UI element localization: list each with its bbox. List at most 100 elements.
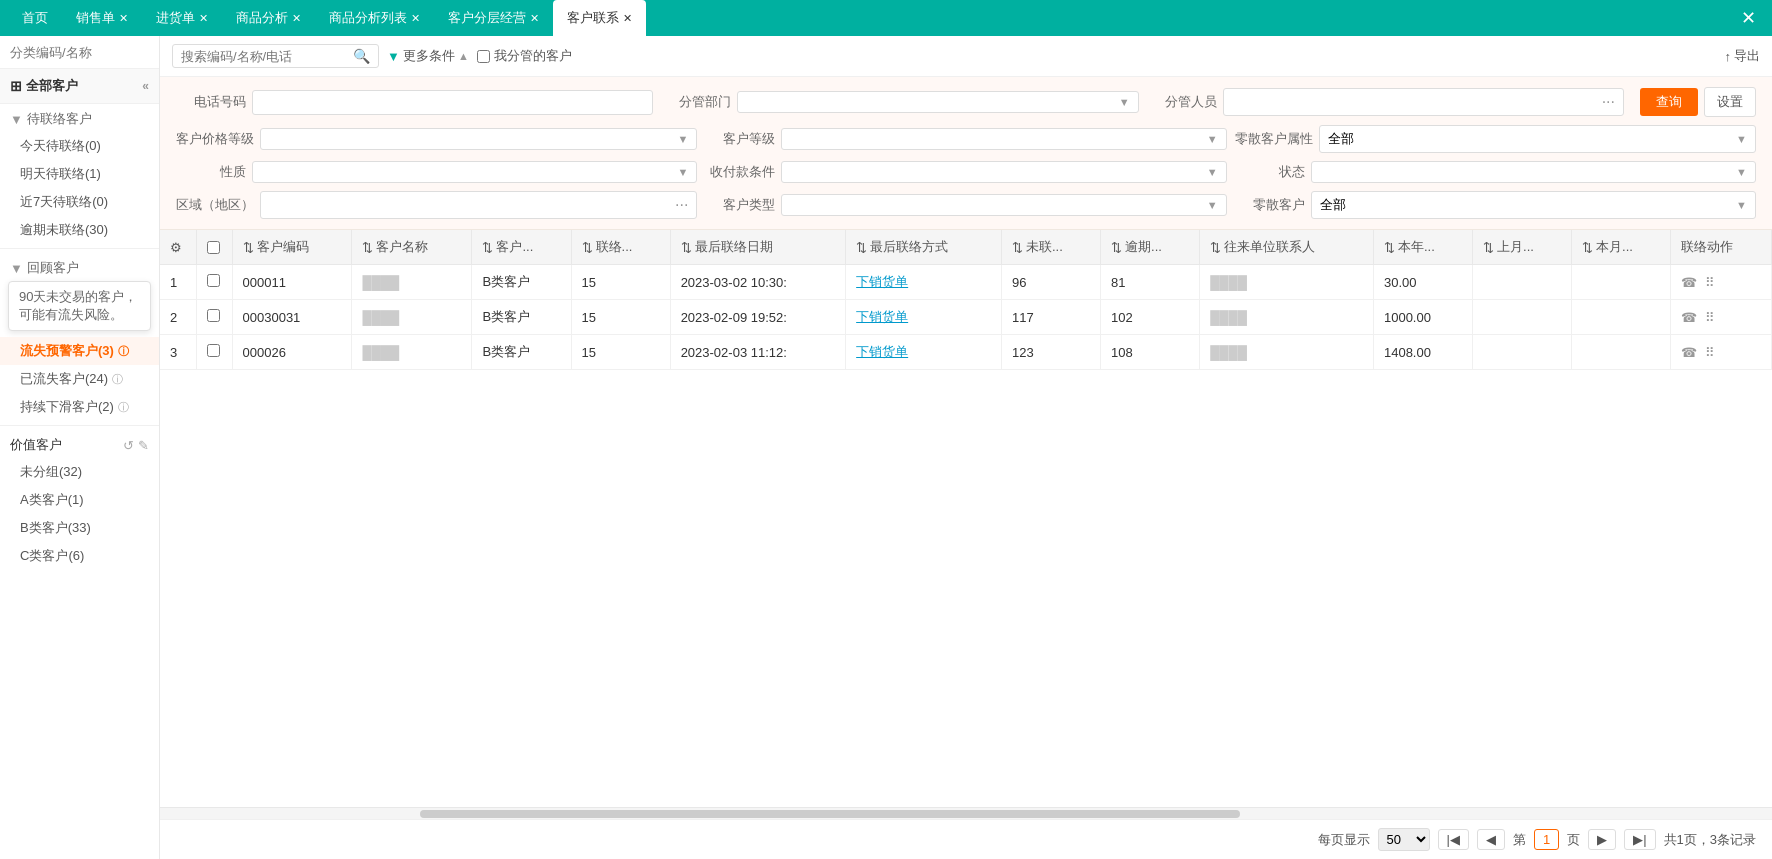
action-more-icon-1[interactable]: ⠿ (1705, 310, 1715, 325)
sidebar-item-b-class[interactable]: B类客户(33) (0, 514, 159, 542)
declining-info-icon: ⓘ (118, 401, 129, 413)
export-button[interactable]: ↑ 导出 (1725, 47, 1761, 65)
phone-input[interactable] (252, 90, 653, 115)
tab-analysis-close[interactable]: ✕ (292, 12, 301, 25)
sidebar-pending-contact-group[interactable]: ▼ 待联络客户 (0, 104, 159, 132)
action-phone-icon-2[interactable]: ☎ (1681, 345, 1697, 360)
lost-info-icon: ⓘ (112, 373, 123, 385)
horizontal-scrollbar[interactable] (160, 807, 1772, 819)
tab-analysis-list-close[interactable]: ✕ (411, 12, 420, 25)
settings-icon[interactable]: ⚙ (170, 240, 182, 255)
my-customers-checkbox[interactable] (477, 50, 490, 63)
sidebar-item-declining[interactable]: 持续下滑客户(2) ⓘ (0, 393, 159, 421)
row-uncontacted-0: 96 (1002, 265, 1101, 300)
query-button[interactable]: 查询 (1640, 88, 1698, 116)
row-contact-count-0: 15 (571, 265, 670, 300)
col-this-month: ⇅ 本月... (1572, 230, 1671, 265)
scrollbar-thumb[interactable] (420, 810, 1240, 818)
sidebar-item-c-class[interactable]: C类客户(6) (0, 542, 159, 570)
sidebar-value-group-label[interactable]: 价值客户 ↺ ✎ (0, 430, 159, 458)
phone-field: 电话号码 (176, 90, 653, 115)
action-phone-icon-0[interactable]: ☎ (1681, 275, 1697, 290)
zero-attr-select[interactable]: 全部 ▼ (1319, 125, 1756, 153)
filter-button[interactable]: ▼ 更多条件 ▲ (387, 47, 469, 65)
tab-analysis[interactable]: 商品分析 ✕ (222, 0, 315, 36)
row-overdue-1: 102 (1101, 300, 1200, 335)
refresh-icon[interactable]: ↺ (123, 438, 134, 453)
dept-arrow-icon: ▼ (1119, 96, 1130, 108)
zero-customer-arrow-icon: ▼ (1736, 199, 1747, 211)
region-select[interactable]: ··· (260, 191, 697, 219)
sidebar-search-input[interactable] (10, 45, 160, 60)
zero-customer-field: 零散客户 全部 ▼ (1235, 191, 1756, 219)
row-contact-person-1: ████ (1200, 300, 1374, 335)
sidebar-item-ungrouped[interactable]: 未分组(32) (0, 458, 159, 486)
type-select[interactable]: ▼ (781, 194, 1226, 216)
window-close-button[interactable]: ✕ (1733, 7, 1764, 29)
sidebar-lost-risk-group[interactable]: ▼ 回顾客户 (0, 253, 159, 281)
last-method-link-1[interactable]: 下销货单 (856, 309, 908, 324)
action-more-icon-0[interactable]: ⠿ (1705, 275, 1715, 290)
per-page-select[interactable]: 2050100200 (1378, 828, 1430, 851)
last-method-link-0[interactable]: 下销货单 (856, 274, 908, 289)
person-more-icon[interactable]: ··· (1602, 93, 1615, 111)
sidebar-item-lost[interactable]: 已流失客户(24) ⓘ (0, 365, 159, 393)
tab-customer-contact-close[interactable]: ✕ (623, 12, 632, 25)
action-more-icon-2[interactable]: ⠿ (1705, 345, 1715, 360)
collapse-icon[interactable]: « (142, 79, 149, 93)
region-field: 区域（地区） ··· (176, 191, 697, 219)
tab-analysis-list[interactable]: 商品分析列表 ✕ (315, 0, 434, 36)
filter-arrow-icon: ▲ (458, 50, 469, 62)
sidebar-item-today[interactable]: 今天待联络(0) (0, 132, 159, 160)
gender-select[interactable]: ▼ (252, 161, 697, 183)
tab-purchase[interactable]: 进货单 ✕ (142, 0, 222, 36)
action-phone-icon-1[interactable]: ☎ (1681, 310, 1697, 325)
person-field: 分管人员 ··· (1147, 88, 1624, 116)
status-select[interactable]: ▼ (1311, 161, 1756, 183)
sidebar-item-overdue[interactable]: 逾期未联络(30) (0, 216, 159, 244)
row-actions-2: ☎ ⠿ (1671, 335, 1772, 370)
col-action: 联络动作 (1671, 230, 1772, 265)
sidebar-item-tomorrow[interactable]: 明天待联络(1) (0, 160, 159, 188)
level-select[interactable]: ▼ (781, 128, 1226, 150)
uncontacted-sort-icon: ⇅ (1012, 240, 1023, 255)
col-last-month: ⇅ 上月... (1473, 230, 1572, 265)
row-last-date-1: 2023-02-09 19:52: (670, 300, 846, 335)
type-field: 客户类型 ▼ (705, 194, 1226, 216)
prev-page-button[interactable]: ◀ (1477, 829, 1505, 850)
row-select-checkbox-1[interactable] (207, 309, 220, 322)
row-code-0: 000011 (232, 265, 352, 300)
tab-home[interactable]: 首页 (8, 0, 62, 36)
sidebar-item-a-class[interactable]: A类客户(1) (0, 486, 159, 514)
sidebar-item-lost-warning[interactable]: 流失预警客户(3) ⓘ (0, 337, 159, 365)
last-page-button[interactable]: ▶| (1624, 829, 1655, 850)
sidebar-all-customers[interactable]: ⊞ 全部客户 « (0, 69, 159, 104)
my-customers-checkbox-wrap[interactable]: 我分管的客户 (477, 47, 572, 65)
payment-select[interactable]: ▼ (781, 161, 1226, 183)
select-all-checkbox[interactable] (207, 241, 220, 254)
edit-icon[interactable]: ✎ (138, 438, 149, 453)
tab-sales-close[interactable]: ✕ (119, 12, 128, 25)
tab-purchase-close[interactable]: ✕ (199, 12, 208, 25)
person-select[interactable]: ··· (1223, 88, 1624, 116)
tab-customer-tier[interactable]: 客户分层经营 ✕ (434, 0, 553, 36)
price-level-select[interactable]: ▼ (260, 128, 697, 150)
price-level-arrow-icon: ▼ (677, 133, 688, 145)
row-type-0: B类客户 (472, 265, 571, 300)
search-icon[interactable]: 🔍 (353, 48, 370, 64)
dept-select[interactable]: ▼ (737, 91, 1138, 113)
zero-customer-select[interactable]: 全部 ▼ (1311, 191, 1756, 219)
current-page-display: 1 (1534, 829, 1559, 850)
row-select-checkbox-2[interactable] (207, 344, 220, 357)
settings-button[interactable]: 设置 (1704, 87, 1756, 117)
first-page-button[interactable]: |◀ (1438, 829, 1469, 850)
tab-sales[interactable]: 销售单 ✕ (62, 0, 142, 36)
search-input[interactable] (181, 49, 349, 64)
region-more-icon[interactable]: ··· (675, 196, 688, 214)
sidebar-item-7days[interactable]: 近7天待联络(0) (0, 188, 159, 216)
last-method-link-2[interactable]: 下销货单 (856, 344, 908, 359)
tab-customer-contact[interactable]: 客户联系 ✕ (553, 0, 646, 36)
next-page-button[interactable]: ▶ (1588, 829, 1616, 850)
tab-customer-tier-close[interactable]: ✕ (530, 12, 539, 25)
row-select-checkbox-0[interactable] (207, 274, 220, 287)
